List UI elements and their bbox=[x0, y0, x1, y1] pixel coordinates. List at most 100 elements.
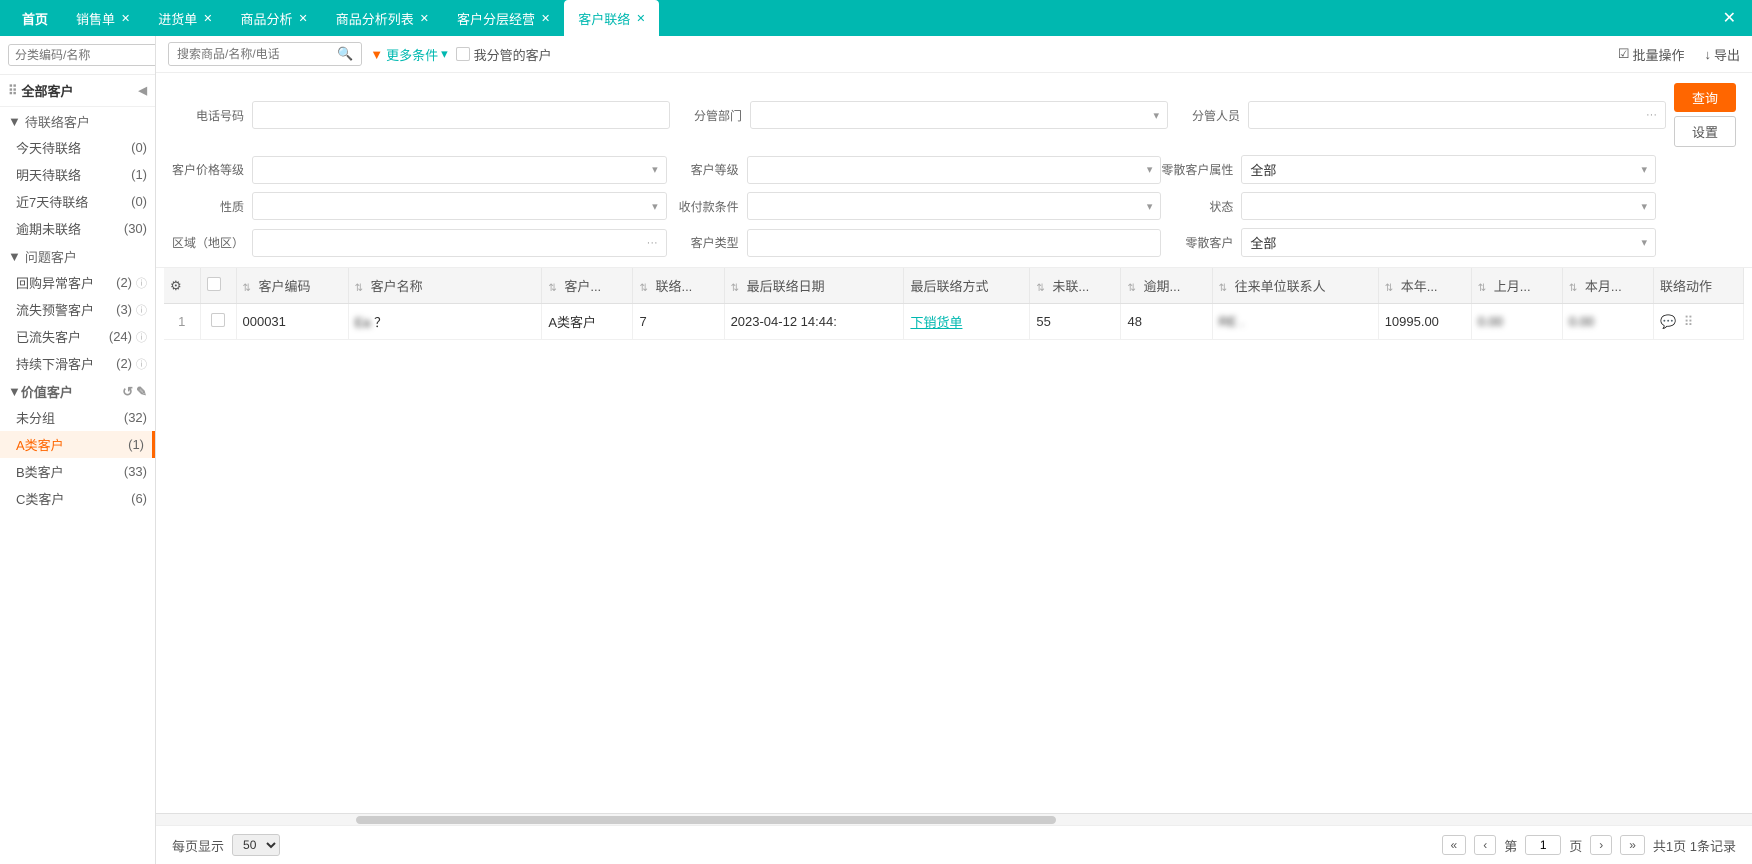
collapse-icon[interactable]: ◀ bbox=[139, 84, 147, 97]
col-last-contact-date[interactable]: ⇅ 最后联络日期 bbox=[724, 268, 904, 304]
nav-tab-sales[interactable]: 销售单 ✕ bbox=[62, 0, 144, 36]
col-contact-person[interactable]: ⇅ 往来单位联系人 bbox=[1212, 268, 1378, 304]
col-last-month[interactable]: ⇅ 上月... bbox=[1471, 268, 1562, 304]
close-customer-tier-tab[interactable]: ✕ bbox=[541, 12, 550, 25]
action-message-icon[interactable]: 💬 bbox=[1660, 314, 1676, 329]
col-overdue[interactable]: ⇅ 逾期... bbox=[1121, 268, 1212, 304]
phone-input[interactable] bbox=[252, 101, 670, 129]
sidebar-item-ungrouped[interactable]: 未分组 (32) bbox=[0, 404, 155, 431]
col-name[interactable]: ⇅ 客户名称 bbox=[348, 268, 542, 304]
sidebar-group-value[interactable]: ▼ 价值客户 ↺ ✎ bbox=[0, 377, 155, 404]
top-nav: 首页 销售单 ✕ 进货单 ✕ 商品分析 ✕ 商品分析列表 ✕ 客户分层经营 ✕ … bbox=[0, 0, 1752, 36]
retail-select[interactable]: 全部 ▾ bbox=[1241, 228, 1656, 257]
sidebar-item-overdue-contact[interactable]: 逾期未联络 (30) bbox=[0, 215, 155, 242]
sidebar-item-class-c[interactable]: C类客户 (6) bbox=[0, 485, 155, 512]
query-button[interactable]: 查询 bbox=[1674, 83, 1736, 112]
sidebar-item-repurchase-abnormal[interactable]: 回购异常客户 (2) ⓘ bbox=[0, 269, 155, 296]
action-more-icon[interactable]: ⠿ bbox=[1684, 314, 1694, 329]
close-customer-contact-tab[interactable]: ✕ bbox=[636, 12, 645, 25]
last-page-button[interactable]: » bbox=[1620, 835, 1645, 855]
horizontal-scrollbar[interactable] bbox=[156, 813, 1752, 825]
price-level-label: 客户价格等级 bbox=[172, 161, 252, 178]
info-icon-1[interactable]: ⓘ bbox=[136, 275, 147, 291]
sidebar: 🔍 ⠿ 全部客户 ◀ ▼ 待联络客户 今天待联络 (0) 明天待联络 (1) 近… bbox=[0, 36, 156, 864]
all-customers-header[interactable]: ⠿ 全部客户 ◀ bbox=[0, 75, 155, 107]
info-icon-3[interactable]: ⓘ bbox=[136, 329, 147, 345]
next-page-button[interactable]: › bbox=[1590, 835, 1612, 855]
cell-last-contact-method[interactable]: 下销货单 bbox=[904, 304, 1030, 340]
sidebar-item-class-a[interactable]: A类客户 (1) bbox=[0, 431, 155, 458]
edit-icon[interactable]: ✎ bbox=[136, 384, 147, 400]
sidebar-search-input[interactable] bbox=[8, 44, 156, 66]
more-filter-button[interactable]: ▼ 更多条件 ▾ bbox=[370, 45, 447, 64]
sidebar-group-problem[interactable]: ▼ 问题客户 bbox=[0, 242, 155, 269]
prev-page-button[interactable]: ‹ bbox=[1474, 835, 1496, 855]
payment-select[interactable]: ▾ bbox=[747, 192, 1162, 220]
info-icon-2[interactable]: ⓘ bbox=[136, 302, 147, 318]
col-code[interactable]: ⇅ 客户编码 bbox=[236, 268, 348, 304]
nav-tab-purchase[interactable]: 进货单 ✕ bbox=[144, 0, 226, 36]
export-button[interactable]: ↓ 导出 bbox=[1704, 45, 1740, 64]
row-checkbox[interactable] bbox=[211, 313, 225, 327]
col-this-year[interactable]: ⇅ 本年... bbox=[1378, 268, 1471, 304]
cell-name: Ea ？ bbox=[348, 304, 542, 340]
sidebar-item-class-b[interactable]: B类客户 (33) bbox=[0, 458, 155, 485]
my-customer-checkbox[interactable] bbox=[456, 47, 470, 61]
my-customer-checkbox-wrapper[interactable]: 我分管的客户 bbox=[456, 45, 552, 64]
sidebar-item-declining[interactable]: 持续下滑客户 (2) ⓘ bbox=[0, 350, 155, 377]
batch-op-button[interactable]: ☑ 批量操作 bbox=[1618, 45, 1685, 64]
nav-tab-customer-tier[interactable]: 客户分层经营 ✕ bbox=[443, 0, 564, 36]
col-level[interactable]: ⇅ 客户... bbox=[542, 268, 633, 304]
filter-search-input[interactable] bbox=[177, 47, 337, 61]
last-contact-method-link[interactable]: 下销货单 bbox=[910, 315, 962, 330]
select-all-checkbox[interactable] bbox=[207, 277, 221, 291]
window-close-button[interactable]: ✕ bbox=[1715, 8, 1744, 28]
dept-select[interactable]: ▾ bbox=[750, 101, 1168, 129]
nature-select[interactable]: ▾ bbox=[252, 192, 667, 220]
price-level-arrow-icon: ▾ bbox=[652, 163, 658, 176]
total-pages-label: 页 bbox=[1569, 836, 1582, 855]
filter-cell-cust-level: 客户等级 ▾ bbox=[667, 156, 1162, 184]
cust-level-arrow-icon: ▾ bbox=[1147, 163, 1153, 176]
col-gear[interactable]: ⚙ bbox=[164, 268, 200, 304]
cust-type-select[interactable] bbox=[747, 229, 1162, 257]
sidebar-item-churned[interactable]: 已流失客户 (24) ⓘ bbox=[0, 323, 155, 350]
sidebar-item-churn-warning[interactable]: 流失预警客户 (3) ⓘ bbox=[0, 296, 155, 323]
close-sales-tab[interactable]: ✕ bbox=[121, 12, 130, 25]
cell-contact-person: RE . bbox=[1212, 304, 1378, 340]
nav-tab-analysis-list[interactable]: 商品分析列表 ✕ bbox=[322, 0, 443, 36]
col-uncontacted[interactable]: ⇅ 未联... bbox=[1030, 268, 1121, 304]
nav-tab-analysis[interactable]: 商品分析 ✕ bbox=[226, 0, 321, 36]
col-this-month[interactable]: ⇅ 本月... bbox=[1562, 268, 1653, 304]
scrollbar-thumb[interactable] bbox=[356, 816, 1056, 824]
region-select[interactable]: ··· bbox=[252, 229, 667, 257]
status-select[interactable]: ▾ bbox=[1241, 192, 1656, 220]
filter-cell-retail: 零散客户 全部 ▾ bbox=[1161, 228, 1656, 257]
sidebar-group-pending-contact[interactable]: ▼ 待联络客户 bbox=[0, 107, 155, 134]
manager-select[interactable]: ··· bbox=[1248, 101, 1666, 129]
sidebar-item-today-contact[interactable]: 今天待联络 (0) bbox=[0, 134, 155, 161]
row-num: 1 bbox=[164, 304, 200, 340]
sidebar-item-7day-contact[interactable]: 近7天待联络 (0) bbox=[0, 188, 155, 215]
col-last-contact-method[interactable]: 最后联络方式 bbox=[904, 268, 1030, 304]
nav-tab-customer-contact[interactable]: 客户联络 ✕ bbox=[564, 0, 659, 36]
sidebar-item-tomorrow-contact[interactable]: 明天待联络 (1) bbox=[0, 161, 155, 188]
page-number-input[interactable] bbox=[1525, 835, 1561, 855]
close-purchase-tab[interactable]: ✕ bbox=[203, 12, 212, 25]
col-contact-count[interactable]: ⇅ 联络... bbox=[633, 268, 724, 304]
per-page-select[interactable]: 50 bbox=[232, 834, 280, 856]
dept-arrow-icon: ▾ bbox=[1153, 109, 1159, 122]
retail-attr-select[interactable]: 全部 ▾ bbox=[1241, 155, 1656, 184]
cust-level-select[interactable]: ▾ bbox=[747, 156, 1162, 184]
filter-search-icon[interactable]: 🔍 bbox=[337, 46, 353, 62]
close-analysis-list-tab[interactable]: ✕ bbox=[420, 12, 429, 25]
nav-home[interactable]: 首页 bbox=[8, 0, 62, 36]
refresh-icon[interactable]: ↺ bbox=[122, 384, 133, 400]
info-icon-4[interactable]: ⓘ bbox=[136, 356, 147, 372]
price-level-select[interactable]: ▾ bbox=[252, 156, 667, 184]
gear-icon[interactable]: ⚙ bbox=[170, 278, 182, 293]
close-analysis-tab[interactable]: ✕ bbox=[299, 12, 308, 25]
setting-button[interactable]: 设置 bbox=[1674, 116, 1736, 147]
row-check[interactable] bbox=[200, 304, 236, 340]
first-page-button[interactable]: « bbox=[1442, 835, 1467, 855]
